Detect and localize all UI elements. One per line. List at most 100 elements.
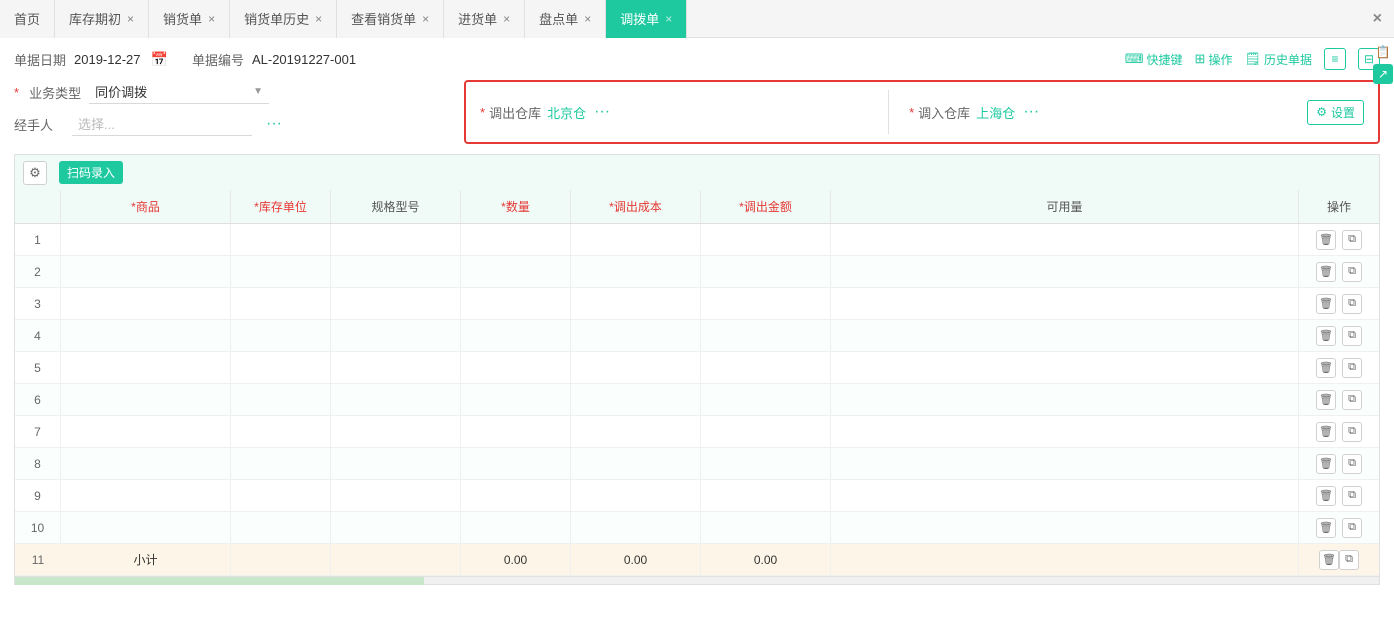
row-goods[interactable]	[61, 384, 231, 415]
row-unit[interactable]	[231, 480, 331, 511]
row-cost[interactable]	[571, 512, 701, 543]
row-qty[interactable]	[461, 224, 571, 255]
copy-row-button[interactable]: ⧉	[1342, 390, 1362, 410]
delete-row-button[interactable]: 🗑	[1316, 230, 1336, 250]
handler-more-button[interactable]: ···	[266, 115, 282, 133]
tab-home[interactable]: 首页	[0, 0, 55, 38]
handler-select[interactable]: 选择...	[72, 112, 252, 136]
row-unit[interactable]	[231, 224, 331, 255]
calendar-icon[interactable]: 📅	[151, 51, 168, 68]
delete-row-button[interactable]: 🗑	[1316, 294, 1336, 314]
scan-entry-button[interactable]: 扫码录入	[59, 161, 123, 184]
copy-row-button[interactable]: ⧉	[1342, 294, 1362, 314]
row-spec[interactable]	[331, 416, 461, 447]
transfer-out-more-button[interactable]: ···	[594, 103, 610, 121]
row-amount[interactable]	[701, 288, 831, 319]
table-row[interactable]: 8 🗑 ⧉	[15, 448, 1379, 480]
row-qty[interactable]	[461, 256, 571, 287]
row-goods[interactable]	[61, 512, 231, 543]
copy-row-button[interactable]: ⧉	[1342, 422, 1362, 442]
business-type-select[interactable]: 同价调拨 ▼	[89, 80, 269, 104]
transfer-out-value[interactable]: 北京仓	[547, 103, 586, 122]
delete-row-button[interactable]: 🗑	[1316, 262, 1336, 282]
row-goods[interactable]	[61, 288, 231, 319]
tab-transfer[interactable]: 调拨单 ×	[606, 0, 687, 38]
table-settings-button[interactable]: ⚙	[23, 161, 47, 185]
row-cost[interactable]	[571, 224, 701, 255]
row-qty[interactable]	[461, 480, 571, 511]
delete-row-button[interactable]: 🗑	[1316, 358, 1336, 378]
row-cost[interactable]	[571, 288, 701, 319]
copy-row-button[interactable]: ⧉	[1342, 262, 1362, 282]
table-scrollbar[interactable]	[14, 577, 1380, 585]
tab-inventory-init-close[interactable]: ×	[127, 12, 134, 26]
row-amount[interactable]	[701, 512, 831, 543]
copy-row-button[interactable]: ⧉	[1342, 518, 1362, 538]
row-goods[interactable]	[61, 224, 231, 255]
row-unit[interactable]	[231, 320, 331, 351]
row-spec[interactable]	[331, 352, 461, 383]
row-goods[interactable]	[61, 448, 231, 479]
row-amount[interactable]	[701, 256, 831, 287]
tab-purchase[interactable]: 进货单 ×	[444, 0, 525, 38]
copy-row-button[interactable]: ⧉	[1342, 230, 1362, 250]
row-amount[interactable]	[701, 224, 831, 255]
copy-row-button[interactable]: ⧉	[1342, 358, 1362, 378]
table-row[interactable]: 9 🗑 ⧉	[15, 480, 1379, 512]
row-unit[interactable]	[231, 256, 331, 287]
table-row[interactable]: 2 🗑 ⧉	[15, 256, 1379, 288]
history-button[interactable]: 🗒 历史单据	[1244, 51, 1312, 68]
row-qty[interactable]	[461, 320, 571, 351]
row-qty[interactable]	[461, 416, 571, 447]
row-amount[interactable]	[701, 480, 831, 511]
tab-inventory-check-close[interactable]: ×	[584, 12, 591, 26]
tab-sales-order-close[interactable]: ×	[208, 12, 215, 26]
table-row[interactable]: 7 🗑 ⧉	[15, 416, 1379, 448]
row-unit[interactable]	[231, 416, 331, 447]
delete-row-button[interactable]: 🗑	[1316, 326, 1336, 346]
transfer-in-value[interactable]: 上海仓	[976, 103, 1015, 122]
operations-button[interactable]: ⊞ 操作	[1195, 51, 1233, 68]
copy-row-button[interactable]: ⧉	[1342, 454, 1362, 474]
tab-inventory-check[interactable]: 盘点单 ×	[525, 0, 606, 38]
row-cost[interactable]	[571, 320, 701, 351]
row-qty[interactable]	[461, 448, 571, 479]
row-amount[interactable]	[701, 320, 831, 351]
row-unit[interactable]	[231, 288, 331, 319]
row-goods[interactable]	[61, 416, 231, 447]
row-spec[interactable]	[331, 288, 461, 319]
row-amount[interactable]	[701, 416, 831, 447]
row-unit[interactable]	[231, 448, 331, 479]
table-row[interactable]: 5 🗑 ⧉	[15, 352, 1379, 384]
row-amount[interactable]	[701, 352, 831, 383]
row-spec[interactable]	[331, 512, 461, 543]
delete-row-button[interactable]: 🗑	[1316, 486, 1336, 506]
row-spec[interactable]	[331, 256, 461, 287]
row-unit[interactable]	[231, 352, 331, 383]
tab-inventory-init[interactable]: 库存期初 ×	[55, 0, 149, 38]
tab-transfer-close[interactable]: ×	[665, 12, 672, 26]
delete-row-button[interactable]: 🗑	[1316, 390, 1336, 410]
copy-row-button[interactable]: ⧉	[1342, 486, 1362, 506]
row-spec[interactable]	[331, 224, 461, 255]
row-qty[interactable]	[461, 352, 571, 383]
row-spec[interactable]	[331, 320, 461, 351]
row-cost[interactable]	[571, 256, 701, 287]
table-row[interactable]: 10 🗑 ⧉	[15, 512, 1379, 544]
subtotal-delete-button[interactable]: 🗑	[1319, 550, 1339, 570]
delete-row-button[interactable]: 🗑	[1316, 454, 1336, 474]
delete-row-button[interactable]: 🗑	[1316, 422, 1336, 442]
copy-row-button[interactable]: ⧉	[1342, 326, 1362, 346]
subtotal-copy-button[interactable]: ⧉	[1339, 550, 1359, 570]
settings-button[interactable]: ⚙ 设置	[1307, 100, 1364, 125]
row-qty[interactable]	[461, 512, 571, 543]
table-row[interactable]: 4 🗑 ⧉	[15, 320, 1379, 352]
table-row[interactable]: 1 🗑 ⧉	[15, 224, 1379, 256]
row-cost[interactable]	[571, 352, 701, 383]
close-all-tabs-button[interactable]: ×	[1373, 10, 1382, 28]
row-spec[interactable]	[331, 448, 461, 479]
row-amount[interactable]	[701, 448, 831, 479]
right-panel-expand-button[interactable]: ↗	[1373, 64, 1393, 84]
tab-view-sales[interactable]: 查看销货单 ×	[337, 0, 444, 38]
row-qty[interactable]	[461, 384, 571, 415]
